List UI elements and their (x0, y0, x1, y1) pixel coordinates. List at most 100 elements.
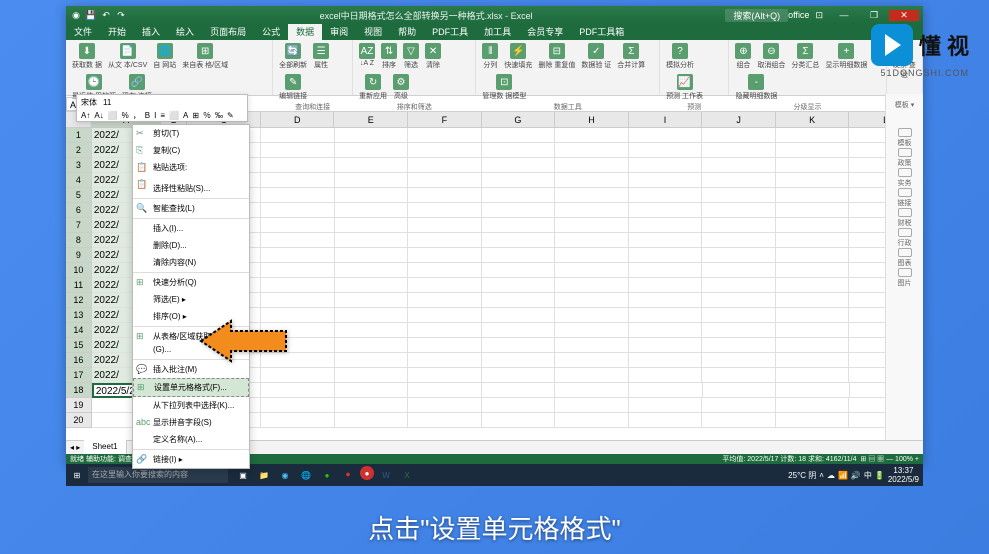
cell-I12[interactable] (629, 293, 703, 308)
context-menu-item-13[interactable]: 筛选(E) ▸ (133, 291, 249, 308)
cell-H10[interactable] (555, 263, 629, 278)
cell-H3[interactable] (555, 158, 629, 173)
cell-K20[interactable] (776, 413, 850, 428)
row-header-12[interactable]: 12 (66, 293, 92, 308)
sheet-nav[interactable]: ◂ ▸ (66, 443, 84, 452)
cell-E9[interactable] (335, 248, 409, 263)
row-header-17[interactable]: 17 (66, 368, 92, 383)
cell-D10[interactable] (261, 263, 335, 278)
cell-J7[interactable] (702, 218, 776, 233)
cell-I20[interactable] (629, 413, 703, 428)
ribbon-btn-2-1[interactable]: ⇅排序 (379, 42, 399, 71)
context-menu-item-4[interactable]: 选择性粘贴(S)... (133, 180, 249, 197)
cell-I9[interactable] (629, 248, 703, 263)
row-header-16[interactable]: 16 (66, 353, 92, 368)
col-header-H[interactable]: H (555, 112, 629, 128)
cell-F10[interactable] (408, 263, 482, 278)
cell-H20[interactable] (555, 413, 629, 428)
record-active-icon[interactable]: ● (360, 466, 374, 480)
ribbon-btn-2-2[interactable]: ▽筛选 (401, 42, 421, 71)
cell-H18[interactable] (555, 383, 629, 398)
clock[interactable]: 13:372022/5/9 (888, 466, 919, 484)
mini-toolbar-item-8[interactable]: ⬜ (167, 111, 181, 120)
side-panel-item-6[interactable]: 图表 (895, 248, 915, 268)
mini-toolbar-item-13[interactable]: ✎ (225, 111, 236, 120)
cell-G5[interactable] (482, 188, 556, 203)
cell-G16[interactable] (482, 353, 556, 368)
row-header-19[interactable]: 19 (66, 398, 92, 413)
mini-toolbar-item-11[interactable]: ％ (201, 111, 213, 120)
cell-K19[interactable] (776, 398, 850, 413)
save-icon[interactable]: 💾 (85, 9, 97, 21)
col-header-E[interactable]: E (334, 112, 408, 128)
row-header-6[interactable]: 6 (66, 203, 92, 218)
cell-D8[interactable] (261, 233, 335, 248)
cell-G1[interactable] (482, 128, 556, 143)
cell-H1[interactable] (555, 128, 629, 143)
cell-G10[interactable] (482, 263, 556, 278)
cell-H5[interactable] (555, 188, 629, 203)
cell-K2[interactable] (776, 143, 850, 158)
ribbon-tab-13[interactable]: PDF工具箱 (571, 24, 632, 40)
ribbon-btn-0-3[interactable]: ⊞来自表 格/区域 (180, 42, 230, 71)
cell-E10[interactable] (335, 263, 409, 278)
cell-E20[interactable] (335, 413, 409, 428)
cell-F19[interactable] (408, 398, 482, 413)
mini-toolbar-item-10[interactable]: ⊞ (190, 111, 201, 120)
cell-K10[interactable] (776, 263, 850, 278)
cell-D9[interactable] (261, 248, 335, 263)
row-header-2[interactable]: 2 (66, 143, 92, 158)
cell-H9[interactable] (555, 248, 629, 263)
ribbon-btn-2-0[interactable]: AZ↓A Z (357, 42, 377, 68)
cell-F17[interactable] (408, 368, 482, 383)
cell-F5[interactable] (408, 188, 482, 203)
ribbon-tab-5[interactable]: 公式 (254, 24, 288, 40)
cell-I2[interactable] (629, 143, 703, 158)
cell-I10[interactable] (629, 263, 703, 278)
cell-D1[interactable] (261, 128, 335, 143)
cell-K6[interactable] (776, 203, 850, 218)
cell-F4[interactable] (408, 173, 482, 188)
cell-G3[interactable] (482, 158, 556, 173)
cell-E8[interactable] (335, 233, 409, 248)
mini-toolbar-item-4[interactable]: ， (131, 111, 143, 120)
cell-K18[interactable] (776, 383, 850, 398)
col-header-D[interactable]: D (261, 112, 335, 128)
cell-K17[interactable] (776, 368, 850, 383)
row-header-3[interactable]: 3 (66, 158, 92, 173)
cell-G8[interactable] (482, 233, 556, 248)
cell-J13[interactable] (702, 308, 776, 323)
row-header-20[interactable]: 20 (66, 413, 92, 428)
cell-F16[interactable] (408, 353, 482, 368)
ribbon-btn-3-1[interactable]: ⚡快速填充 (502, 42, 534, 71)
cell-G15[interactable] (482, 338, 556, 353)
cell-K3[interactable] (776, 158, 850, 173)
ribbon-tab-9[interactable]: 帮助 (390, 24, 424, 40)
cell-G20[interactable] (482, 413, 556, 428)
cell-J18[interactable] (703, 383, 777, 398)
undo-icon[interactable]: ↶ (100, 9, 112, 21)
mini-toolbar-item-5[interactable]: B (143, 111, 152, 120)
cell-E14[interactable] (335, 323, 409, 338)
side-panel-item-1[interactable]: 政策 (895, 148, 915, 168)
cell-E6[interactable] (335, 203, 409, 218)
cell-D18[interactable] (261, 383, 335, 398)
cell-G2[interactable] (482, 143, 556, 158)
context-menu-item-22[interactable]: 定义名称(A)... (133, 431, 249, 448)
tray-up-icon[interactable]: ˄ (819, 471, 824, 480)
context-menu-item-19[interactable]: ⊞设置单元格格式(F)... (133, 378, 249, 397)
cell-H6[interactable] (555, 203, 629, 218)
cell-E11[interactable] (335, 278, 409, 293)
cell-F12[interactable] (408, 293, 482, 308)
cell-J2[interactable] (702, 143, 776, 158)
cell-J12[interactable] (702, 293, 776, 308)
ribbon-tab-3[interactable]: 绘入 (168, 24, 202, 40)
side-panel-item-0[interactable]: 模板 (895, 128, 915, 148)
cell-D4[interactable] (261, 173, 335, 188)
cell-J10[interactable] (702, 263, 776, 278)
cell-J3[interactable] (702, 158, 776, 173)
cell-K16[interactable] (776, 353, 850, 368)
row-header-9[interactable]: 9 (66, 248, 92, 263)
cell-I4[interactable] (629, 173, 703, 188)
cell-K13[interactable] (776, 308, 850, 323)
